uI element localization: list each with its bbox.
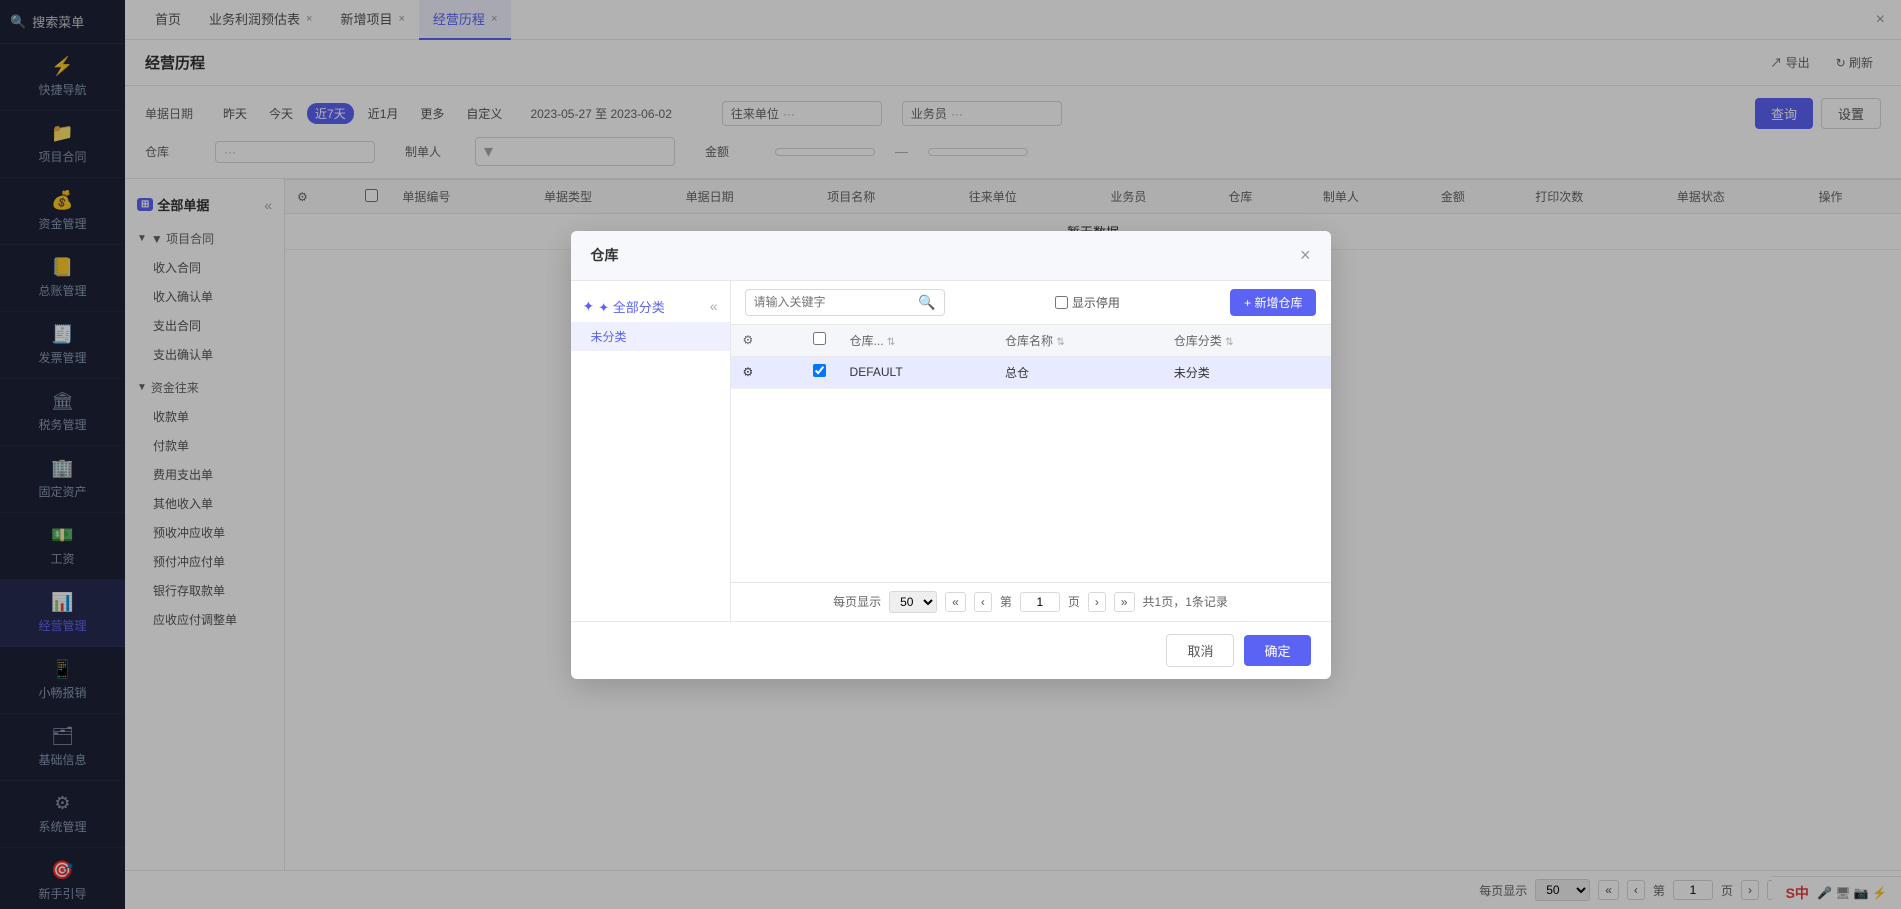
modal-pagination-summary: 共1页，1条记录: [1143, 593, 1228, 610]
modal-category-unclassified[interactable]: 未分类: [571, 322, 730, 351]
modal-left-panel: ✦ ✦ 全部分类 « 未分类: [571, 281, 731, 621]
modal-page-input[interactable]: [1020, 592, 1060, 612]
add-warehouse-button[interactable]: + 新增仓库: [1230, 289, 1316, 316]
modal-search-input[interactable]: [754, 295, 913, 309]
warehouse-table: ⚙ 仓库... ⇅ 仓库名称 ⇅: [731, 325, 1331, 389]
show-disabled-checkbox[interactable]: [1055, 296, 1068, 309]
row-gear[interactable]: ⚙: [731, 356, 801, 388]
modal-col-code: 仓库... ⇅: [838, 325, 993, 357]
row-select-checkbox[interactable]: [813, 364, 826, 377]
modal-left-scroll: 未分类: [571, 322, 730, 351]
show-disabled-label[interactable]: 显示停用: [1055, 294, 1120, 311]
modal-col-checkbox[interactable]: [801, 325, 838, 357]
sort-code-icon: ⇅: [887, 337, 895, 348]
warehouse-table-row[interactable]: ⚙ DEFAULT 总仓 未分类: [731, 356, 1331, 388]
modal-left-header[interactable]: ✦ ✦ 全部分类 «: [571, 291, 730, 322]
modal-body: ✦ ✦ 全部分类 « 未分类 🔍 显示停: [571, 281, 1331, 621]
modal-page-label: 页: [1068, 593, 1080, 610]
sort-name-icon: ⇅: [1056, 337, 1064, 348]
modal-confirm-button[interactable]: 确定: [1244, 635, 1310, 666]
modal-header: 仓库 ×: [571, 231, 1331, 281]
collapse-modal-left[interactable]: «: [710, 298, 718, 314]
modal-col-name: 仓库名称 ⇅: [993, 325, 1162, 357]
modal-last-page[interactable]: »: [1114, 592, 1135, 612]
modal-next-page[interactable]: ›: [1088, 592, 1106, 612]
warehouse-modal: 仓库 × ✦ ✦ 全部分类 « 未分类: [571, 231, 1331, 679]
modal-col-category: 仓库分类 ⇅: [1162, 325, 1331, 357]
modal-select-all[interactable]: [813, 332, 826, 345]
modal-search-icon[interactable]: 🔍: [918, 294, 935, 311]
sort-category-icon: ⇅: [1225, 337, 1233, 348]
modal-right-panel: 🔍 显示停用 + 新增仓库 ⚙: [731, 281, 1331, 621]
add-warehouse-label: + 新增仓库: [1244, 294, 1302, 311]
modal-prev-page[interactable]: ‹: [974, 592, 992, 612]
modal-toolbar: 🔍 显示停用 + 新增仓库: [731, 281, 1331, 325]
row-checkbox[interactable]: [801, 356, 838, 388]
row-category: 未分类: [1162, 356, 1331, 388]
modal-overlay[interactable]: 仓库 × ✦ ✦ 全部分类 « 未分类: [0, 0, 1901, 909]
modal-footer: 取消 确定: [571, 621, 1331, 679]
warehouse-table-header: ⚙ 仓库... ⇅ 仓库名称 ⇅: [731, 325, 1331, 357]
show-disabled-text: 显示停用: [1072, 294, 1120, 311]
modal-col-gear[interactable]: ⚙: [731, 325, 801, 357]
all-category-label: ✦ 全部分类: [598, 297, 665, 316]
modal-table-area: ⚙ 仓库... ⇅ 仓库名称 ⇅: [731, 325, 1331, 582]
grid-icon-modal: ✦: [583, 298, 595, 315]
modal-page-pre: 第: [1000, 593, 1012, 610]
row-name: 总仓: [993, 356, 1162, 388]
modal-cancel-button[interactable]: 取消: [1166, 634, 1234, 667]
modal-search-box: 🔍: [745, 289, 945, 316]
modal-pagination: 每页显示 50 « ‹ 第 页 › » 共1页，1条记录: [731, 582, 1331, 621]
modal-first-page[interactable]: «: [945, 592, 966, 612]
modal-title: 仓库: [591, 245, 619, 265]
row-code: DEFAULT: [838, 356, 993, 388]
modal-per-page-select[interactable]: 50: [889, 591, 937, 613]
modal-per-page-label: 每页显示: [833, 593, 881, 610]
modal-close-button[interactable]: ×: [1300, 245, 1311, 266]
